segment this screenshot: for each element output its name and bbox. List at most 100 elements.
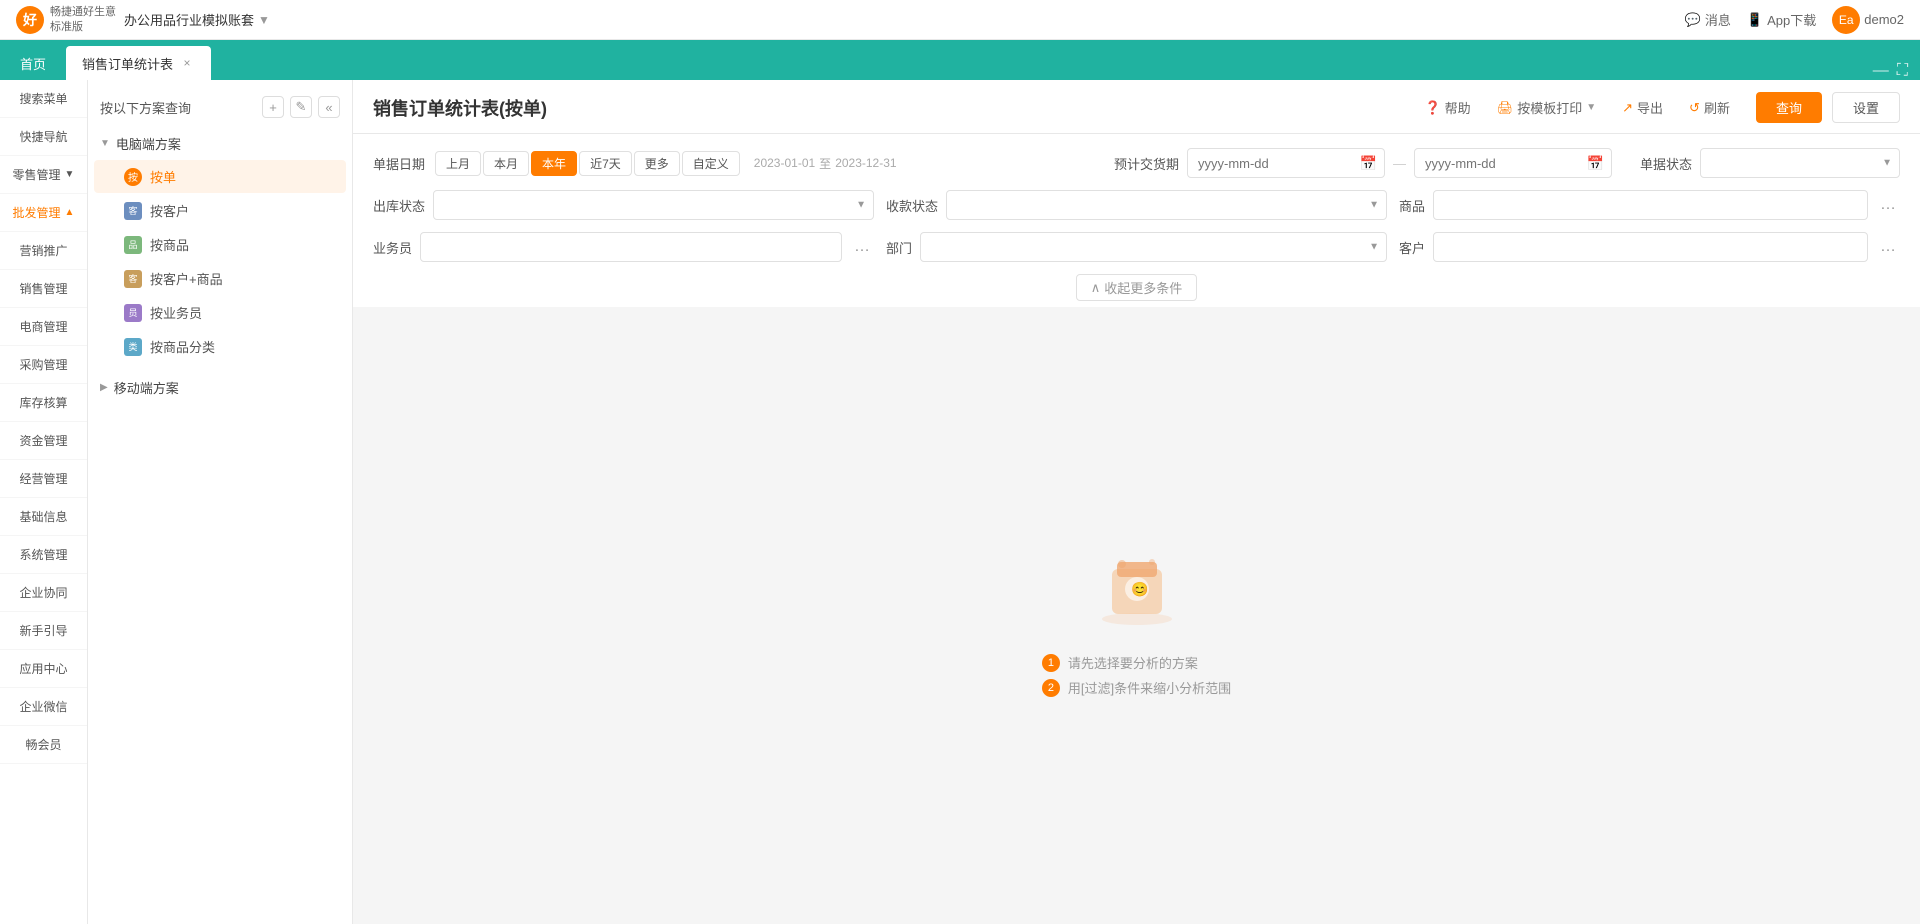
shipment-status-select[interactable] bbox=[433, 190, 874, 220]
print-dropdown-icon[interactable]: ▼ bbox=[1586, 102, 1596, 113]
message-btn[interactable]: 💬 消息 bbox=[1685, 10, 1731, 29]
tab-sales-stats[interactable]: 销售订单统计表 × bbox=[66, 46, 211, 80]
scheme-icon-cust-prod: 客 bbox=[124, 270, 142, 288]
sidebar-item-quick-nav[interactable]: 快捷导航 bbox=[0, 118, 87, 156]
status-label: 单据状态 bbox=[1640, 154, 1692, 173]
mobile-expand-arrow: ▶ bbox=[100, 382, 108, 393]
delivery-date-area: 预计交货期 📅 — 📅 单据状态 bbox=[1114, 148, 1900, 178]
tab-close-btn[interactable]: × bbox=[179, 55, 195, 71]
tab-bar: 首页 销售订单统计表 × — ⛶ bbox=[0, 40, 1920, 80]
sidebar-item-membership[interactable]: 畅会员 bbox=[0, 726, 87, 764]
download-icon: 📱 bbox=[1747, 12, 1763, 28]
date-range-display: 2023-01-01 至 2023-12-31 bbox=[754, 155, 897, 172]
help-btn[interactable]: ❓ 帮助 bbox=[1416, 94, 1478, 121]
sidebar-item-enterprise[interactable]: 企业协同 bbox=[0, 574, 87, 612]
shipment-status-group: 出库状态 ▼ bbox=[373, 190, 874, 220]
shipment-status-label: 出库状态 bbox=[373, 196, 425, 215]
sidebar-item-finance[interactable]: 资金管理 bbox=[0, 422, 87, 460]
sidebar-item-marketing[interactable]: 营销推广 bbox=[0, 232, 87, 270]
sidebar-item-retail[interactable]: 零售管理 ▼ bbox=[0, 156, 87, 194]
payment-status-select[interactable] bbox=[946, 190, 1387, 220]
tab-bar-right: — ⛶ bbox=[1873, 62, 1920, 80]
sidebar-item-basics[interactable]: 基础信息 bbox=[0, 498, 87, 536]
pc-section-header[interactable]: ▼ 电脑端方案 bbox=[88, 128, 352, 159]
date-btn-this-month[interactable]: 本月 bbox=[483, 151, 529, 176]
main: 搜索菜单 快捷导航 零售管理 ▼ 批发管理 ▲ 营销推广 销售管理 电商管理 采… bbox=[0, 80, 1920, 924]
export-btn[interactable]: ↗ 导出 bbox=[1614, 94, 1671, 121]
print-icon: 🖨 bbox=[1497, 100, 1514, 116]
product-more-btn[interactable]: … bbox=[1876, 196, 1900, 214]
shipment-select-wrapper: ▼ bbox=[433, 190, 874, 220]
sidebar-item-sales[interactable]: 销售管理 bbox=[0, 270, 87, 308]
sidebar-item-ecommerce[interactable]: 电商管理 bbox=[0, 308, 87, 346]
right-panel: 销售订单统计表(按单) ❓ 帮助 🖨 按模板打印 ▼ ↗ 导出 bbox=[353, 80, 1920, 924]
avatar: Ea bbox=[1832, 6, 1860, 34]
edit-scheme-btn[interactable]: ✎ bbox=[290, 96, 312, 118]
scheme-by-product-cat[interactable]: 类 按商品分类 bbox=[94, 330, 346, 363]
sidebar-item-search-menu[interactable]: 搜索菜单 bbox=[0, 80, 87, 118]
date-btn-7days[interactable]: 近7天 bbox=[579, 151, 632, 176]
reset-button[interactable]: 设置 bbox=[1832, 92, 1900, 123]
empty-svg: 😊 bbox=[1087, 534, 1187, 634]
top-bar-title[interactable]: 办公用品行业模拟账套 ▼ bbox=[124, 10, 270, 29]
sidebar-item-wholesale[interactable]: 批发管理 ▲ bbox=[0, 194, 87, 232]
sidebar-item-app-center[interactable]: 应用中心 bbox=[0, 650, 87, 688]
department-label: 部门 bbox=[886, 238, 912, 257]
mobile-section: ▶ 移动端方案 bbox=[88, 368, 352, 407]
scheme-by-product[interactable]: 品 按商品 bbox=[94, 228, 346, 261]
page-actions: ❓ 帮助 🖨 按模板打印 ▼ ↗ 导出 ↺ 刷新 bbox=[1416, 92, 1900, 123]
top-bar-left: 好 畅捷通好生意 标准版 办公用品行业模拟账套 ▼ bbox=[16, 5, 270, 34]
collapse-panel-btn[interactable]: « bbox=[318, 96, 340, 118]
hint-num-1: 1 bbox=[1042, 654, 1060, 672]
payment-status-group: 收款状态 ▼ bbox=[886, 190, 1387, 220]
sidebar: 搜索菜单 快捷导航 零售管理 ▼ 批发管理 ▲ 营销推广 销售管理 电商管理 采… bbox=[0, 80, 88, 924]
product-input[interactable] bbox=[1433, 190, 1868, 220]
sidebar-item-operations[interactable]: 经营管理 bbox=[0, 460, 87, 498]
delivery-end-wrapper: 📅 bbox=[1414, 148, 1612, 178]
salesman-input[interactable] bbox=[420, 232, 842, 262]
dropdown-icon[interactable]: ▼ bbox=[258, 13, 270, 27]
delivery-date-end[interactable] bbox=[1414, 148, 1612, 178]
salesman-label: 业务员 bbox=[373, 238, 412, 257]
svg-text:😊: 😊 bbox=[1131, 581, 1148, 597]
refresh-btn[interactable]: ↺ 刷新 bbox=[1681, 94, 1738, 121]
collapse-more-btn[interactable]: ∧ 收起更多条件 bbox=[1076, 274, 1198, 301]
tab-home[interactable]: 首页 bbox=[4, 46, 62, 80]
delivery-date-start[interactable] bbox=[1187, 148, 1385, 178]
date-btn-last-month[interactable]: 上月 bbox=[435, 151, 481, 176]
date-picker-icon-start[interactable]: 📅 bbox=[1360, 155, 1377, 172]
sidebar-item-inventory[interactable]: 库存核算 bbox=[0, 384, 87, 422]
scheme-by-customer[interactable]: 客 按客户 bbox=[94, 194, 346, 227]
date-btn-this-year[interactable]: 本年 bbox=[531, 151, 577, 176]
department-select[interactable] bbox=[920, 232, 1387, 262]
left-panel-icons: + ✎ « bbox=[262, 96, 340, 118]
sidebar-item-purchase[interactable]: 采购管理 bbox=[0, 346, 87, 384]
department-select-wrapper: ▼ bbox=[920, 232, 1387, 262]
add-scheme-btn[interactable]: + bbox=[262, 96, 284, 118]
sidebar-item-wechat[interactable]: 企业微信 bbox=[0, 688, 87, 726]
salesman-more-btn[interactable]: … bbox=[850, 238, 874, 256]
tab-maximize-btn[interactable]: ⛶ bbox=[1897, 62, 1908, 80]
date-btn-custom[interactable]: 自定义 bbox=[682, 151, 740, 176]
tab-minimize-btn[interactable]: — bbox=[1873, 62, 1889, 80]
page-header: 销售订单统计表(按单) ❓ 帮助 🖨 按模板打印 ▼ ↗ 导出 bbox=[353, 80, 1920, 134]
mobile-section-header[interactable]: ▶ 移动端方案 bbox=[88, 372, 352, 403]
message-icon: 💬 bbox=[1685, 12, 1701, 28]
scheme-by-salesman[interactable]: 员 按业务员 bbox=[94, 296, 346, 329]
scheme-by-cust-prod[interactable]: 客 按客户+商品 bbox=[94, 262, 346, 295]
customer-input[interactable] bbox=[1433, 232, 1868, 262]
date-btn-more[interactable]: 更多 bbox=[634, 151, 680, 176]
query-button[interactable]: 查询 bbox=[1756, 92, 1822, 123]
refresh-icon: ↺ bbox=[1689, 100, 1700, 116]
sidebar-item-newbie[interactable]: 新手引导 bbox=[0, 612, 87, 650]
user-area[interactable]: Ea demo2 bbox=[1832, 6, 1904, 34]
sidebar-item-system[interactable]: 系统管理 bbox=[0, 536, 87, 574]
date-picker-icon-end[interactable]: 📅 bbox=[1587, 155, 1604, 172]
template-print-btn[interactable]: 🖨 按模板打印 ▼ bbox=[1489, 94, 1604, 121]
retail-expand-icon: ▼ bbox=[65, 169, 75, 180]
status-select[interactable] bbox=[1700, 148, 1900, 178]
app-download-btn[interactable]: 📱 App下载 bbox=[1747, 10, 1816, 29]
customer-more-btn[interactable]: … bbox=[1876, 238, 1900, 256]
scheme-by-order[interactable]: 按 按单 bbox=[94, 160, 346, 193]
scheme-icon-customer: 客 bbox=[124, 202, 142, 220]
